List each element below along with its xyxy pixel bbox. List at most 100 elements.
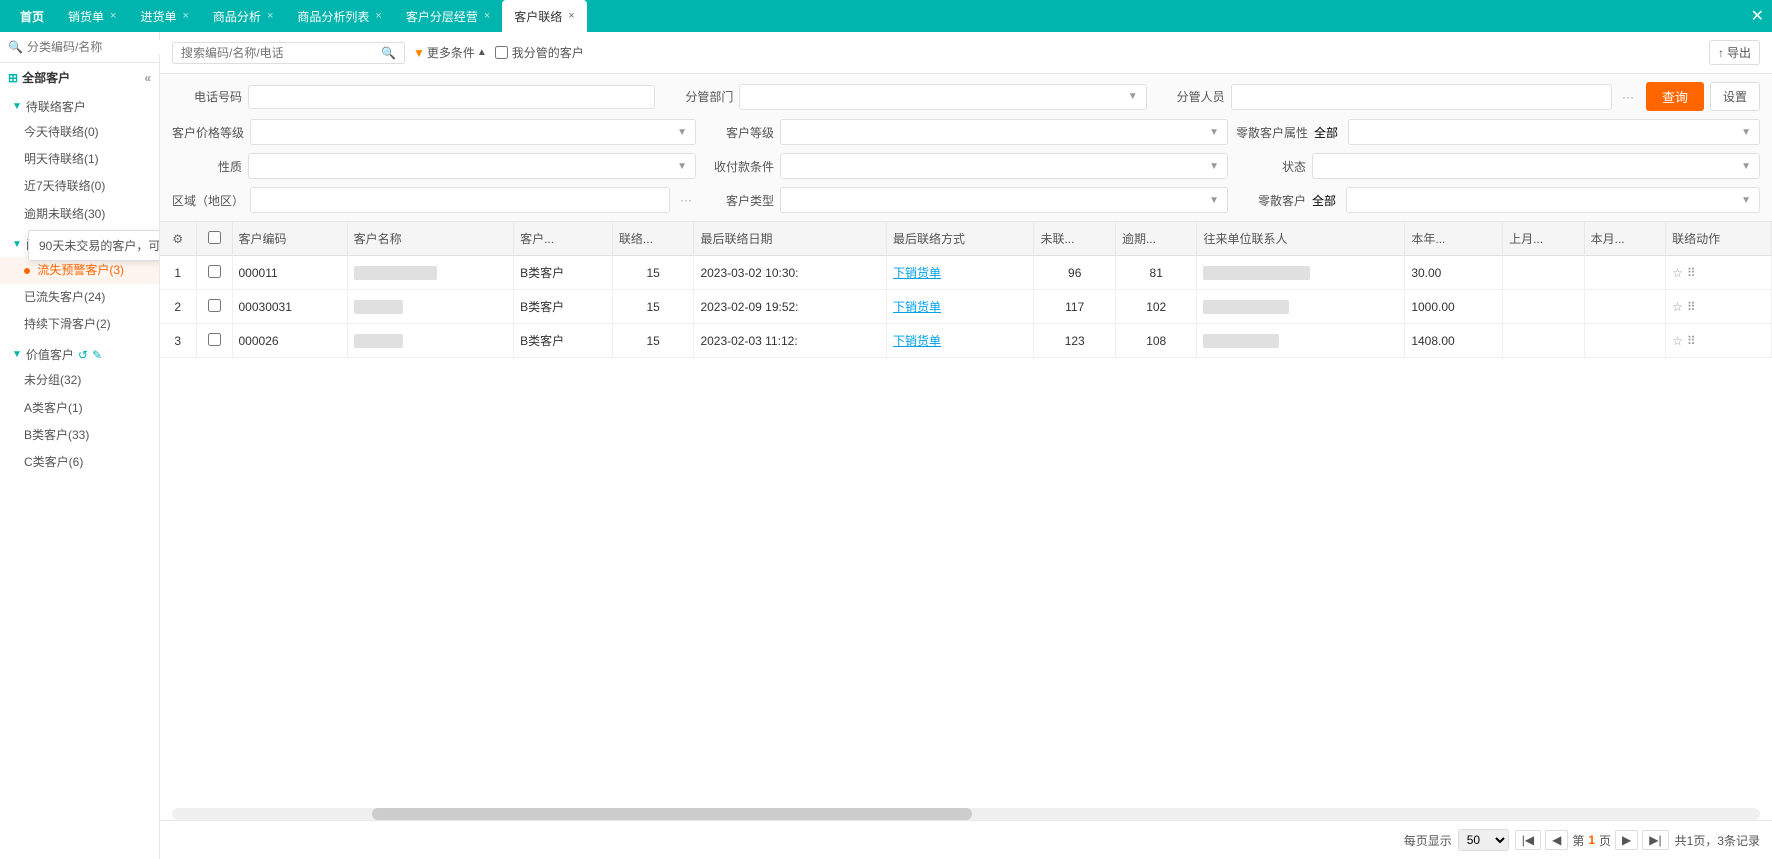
filter-customer-type: 客户类型 ▼ bbox=[704, 187, 1228, 213]
settings-button[interactable]: 设置 bbox=[1710, 82, 1760, 111]
tab-customer-contact[interactable]: 客户联络 × bbox=[502, 0, 586, 32]
filter-region-more[interactable]: ··· bbox=[676, 193, 696, 207]
window-close-button[interactable]: ✕ bbox=[1751, 6, 1764, 26]
table-settings-icon[interactable]: ⚙ bbox=[172, 232, 183, 246]
close-customer-contact-tab[interactable]: × bbox=[568, 10, 574, 22]
filter-payment-label: 收付款条件 bbox=[704, 158, 774, 175]
more-actions-icon[interactable]: ⠿ bbox=[1687, 266, 1696, 280]
tab-customer-tier[interactable]: 客户分层经营 × bbox=[394, 0, 502, 32]
row-code: 000026 bbox=[232, 324, 347, 358]
query-button[interactable]: 查询 bbox=[1646, 82, 1704, 111]
sidebar-item-lost[interactable]: 已流失客户(24) bbox=[0, 284, 159, 311]
filter-row-4: 区域（地区） ··· 客户类型 ▼ 零散客户 全部 ▼ bbox=[172, 187, 1760, 213]
sidebar-all-customers[interactable]: ⊞ 全部客户 « bbox=[0, 63, 159, 92]
sidebar-item-overdue[interactable]: 逾期未联络(30) bbox=[0, 201, 159, 228]
sidebar-item-c-class[interactable]: C类客户(6) bbox=[0, 449, 159, 476]
row-this-year: 30.00 bbox=[1405, 256, 1503, 290]
row-select-checkbox[interactable] bbox=[208, 299, 221, 312]
th-code: 客户编码 bbox=[232, 222, 347, 256]
nature-arrow: ▼ bbox=[677, 161, 687, 172]
my-customers-checkbox[interactable] bbox=[495, 46, 508, 59]
sidebar-item-lost-warning[interactable]: 流失预警客户(3) bbox=[0, 257, 159, 284]
more-conditions-btn[interactable]: ▼ 更多条件 ▲ bbox=[413, 44, 487, 61]
filter-phone-input[interactable] bbox=[248, 85, 655, 109]
main-layout: 🔍 ⊞ 全部客户 « ▼ 待联络客户 今天待联络(0) 明天待联络(1) bbox=[0, 32, 1772, 859]
row-select-checkbox[interactable] bbox=[208, 333, 221, 346]
row-select-checkbox[interactable] bbox=[208, 265, 221, 278]
sidebar-item-tomorrow[interactable]: 明天待联络(1) bbox=[0, 146, 159, 173]
per-page-select[interactable]: 50 100 200 bbox=[1458, 829, 1509, 851]
edit-icon[interactable]: ✎ bbox=[92, 348, 102, 362]
main-search-icon[interactable]: 🔍 bbox=[381, 46, 396, 60]
filter-retail-select[interactable]: ▼ bbox=[1346, 187, 1760, 213]
th-this-year: 本年... bbox=[1405, 222, 1503, 256]
filter-region-select[interactable] bbox=[250, 187, 670, 213]
more-actions-icon[interactable]: ⠿ bbox=[1687, 334, 1696, 348]
next-page-btn[interactable]: ▶ bbox=[1615, 830, 1638, 850]
refresh-icon[interactable]: ↺ bbox=[78, 348, 88, 362]
chevron-up-icon: ▲ bbox=[477, 47, 487, 58]
filter-person-select[interactable] bbox=[1231, 84, 1612, 110]
sidebar-item-b-class[interactable]: B类客户(33) bbox=[0, 422, 159, 449]
search-bar: 🔍 ▼ 更多条件 ▲ 我分管的客户 ↑ 导出 bbox=[160, 32, 1772, 74]
filter-person-more[interactable]: ··· bbox=[1618, 90, 1638, 104]
close-analysis-list-tab[interactable]: × bbox=[375, 10, 381, 22]
sidebar-item-today[interactable]: 今天待联络(0) bbox=[0, 119, 159, 146]
contact-method-link[interactable]: 下销货单 bbox=[893, 266, 941, 280]
contact-icon[interactable]: ☆ bbox=[1672, 266, 1683, 280]
th-settings[interactable]: ⚙ bbox=[160, 222, 196, 256]
arrow-icon: ▼ bbox=[12, 101, 22, 112]
sidebar-group-problem: ▼ 问题客户 流失预警客户(3) 90天未交易的客户，可能有流失风险。 已流失客… bbox=[0, 230, 159, 341]
filter-nature-select[interactable]: ▼ bbox=[248, 153, 696, 179]
tab-sales[interactable]: 销货单 × bbox=[56, 0, 128, 32]
tab-purchase[interactable]: 进货单 × bbox=[128, 0, 200, 32]
filter-status-select[interactable]: ▼ bbox=[1312, 153, 1760, 179]
table-area: ⚙ 客户编码 客户名称 客户... bbox=[160, 222, 1772, 808]
main-search-input[interactable] bbox=[181, 46, 381, 60]
scrollbar-thumb[interactable] bbox=[372, 808, 972, 820]
filter-retail-attr-select[interactable]: ▼ bbox=[1348, 119, 1760, 145]
contact-icon[interactable]: ☆ bbox=[1672, 334, 1683, 348]
my-customers-toggle[interactable]: 我分管的客户 bbox=[495, 44, 584, 61]
sidebar-item-declining[interactable]: 持续下滑客户(2) bbox=[0, 311, 159, 338]
export-button[interactable]: ↑ 导出 bbox=[1709, 40, 1760, 65]
page-nav: |◀ ◀ 第 1 页 ▶ ▶| bbox=[1515, 830, 1669, 850]
first-page-btn[interactable]: |◀ bbox=[1515, 830, 1541, 850]
filter-dept-select[interactable]: ▼ bbox=[739, 84, 1146, 110]
tab-home[interactable]: 首页 bbox=[8, 0, 56, 32]
row-this-month bbox=[1584, 256, 1666, 290]
close-sales-tab[interactable]: × bbox=[110, 10, 116, 22]
filter-customer-type-select[interactable]: ▼ bbox=[780, 187, 1228, 213]
close-customer-tier-tab[interactable]: × bbox=[484, 10, 490, 22]
sidebar-group-pending-title[interactable]: ▼ 待联络客户 bbox=[0, 94, 159, 119]
select-all-checkbox[interactable] bbox=[208, 231, 221, 244]
tab-analysis[interactable]: 商品分析 × bbox=[201, 0, 285, 32]
contact-method-link[interactable]: 下销货单 bbox=[893, 334, 941, 348]
close-analysis-tab[interactable]: × bbox=[267, 10, 273, 22]
row-last-month bbox=[1503, 324, 1585, 358]
contact-method-link[interactable]: 下销货单 bbox=[893, 300, 941, 314]
sidebar-group-value: ▼ 价值客户 ↺ ✎ 未分组(32) A类客户(1) B类客户(33) C类客户… bbox=[0, 340, 159, 478]
close-purchase-tab[interactable]: × bbox=[182, 10, 188, 22]
horizontal-scrollbar[interactable] bbox=[172, 808, 1760, 820]
level-arrow: ▼ bbox=[1209, 127, 1219, 138]
sidebar-collapse-icon[interactable]: « bbox=[144, 71, 151, 85]
sidebar-search-input[interactable] bbox=[27, 40, 182, 54]
row-checkbox bbox=[196, 256, 232, 290]
filter-row-1: 电话号码 分管部门 ▼ 分管人员 ··· 查询 设置 bbox=[172, 82, 1760, 111]
tab-analysis-list[interactable]: 商品分析列表 × bbox=[285, 0, 393, 32]
filter-price-level-select[interactable]: ▼ bbox=[250, 119, 696, 145]
row-this-year: 1408.00 bbox=[1405, 324, 1503, 358]
sidebar-item-week[interactable]: 近7天待联络(0) bbox=[0, 173, 159, 200]
sidebar-item-unsorted[interactable]: 未分组(32) bbox=[0, 367, 159, 394]
filter-level-select[interactable]: ▼ bbox=[780, 119, 1228, 145]
more-actions-icon[interactable]: ⠿ bbox=[1687, 300, 1696, 314]
sidebar-item-a-class[interactable]: A类客户(1) bbox=[0, 395, 159, 422]
filter-payment-select[interactable]: ▼ bbox=[780, 153, 1228, 179]
contact-icon[interactable]: ☆ bbox=[1672, 300, 1683, 314]
last-page-btn[interactable]: ▶| bbox=[1642, 830, 1668, 850]
sidebar-content: ⊞ 全部客户 « ▼ 待联络客户 今天待联络(0) 明天待联络(1) 近7天待联… bbox=[0, 63, 159, 859]
filter-nature-label: 性质 bbox=[172, 158, 242, 175]
prev-page-btn[interactable]: ◀ bbox=[1545, 830, 1568, 850]
sidebar-group-value-title[interactable]: ▼ 价值客户 ↺ ✎ bbox=[0, 342, 159, 367]
